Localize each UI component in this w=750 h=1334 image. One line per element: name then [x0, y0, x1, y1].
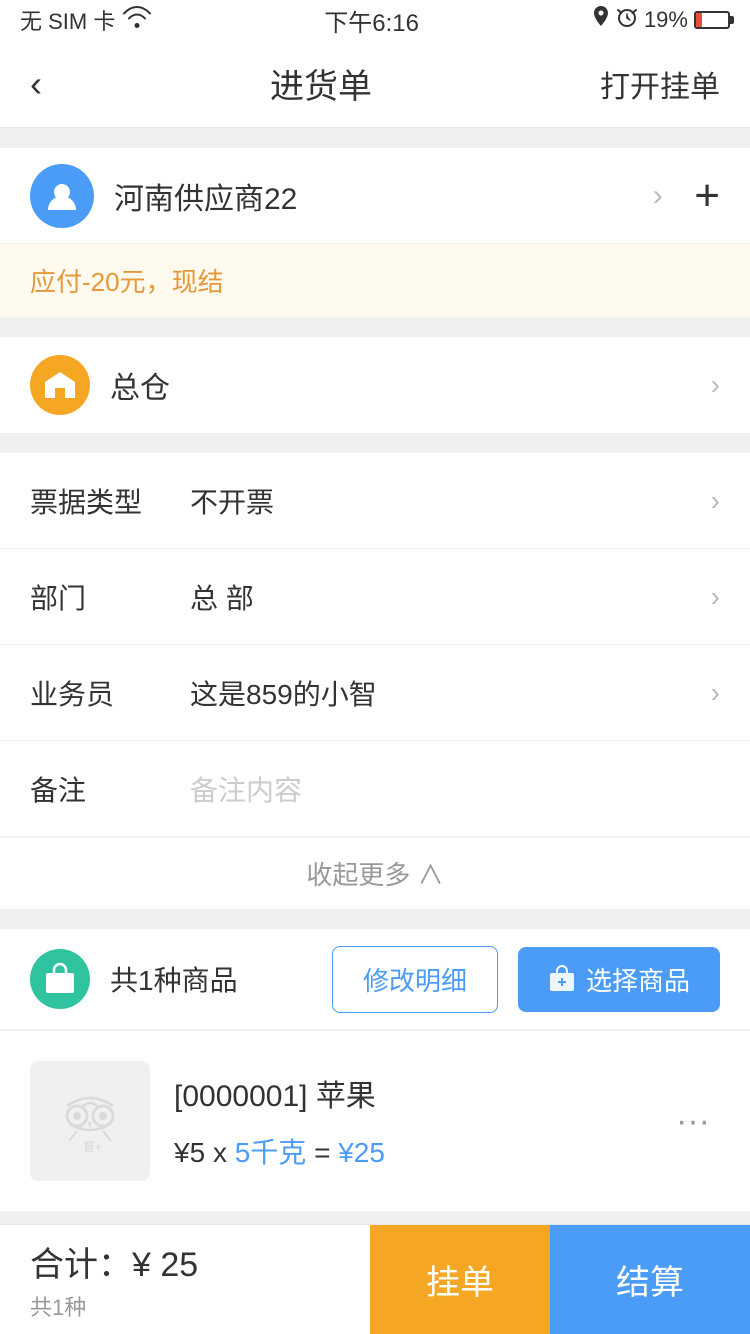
product-name: [0000001] 苹果: [174, 1071, 666, 1115]
salesperson-row[interactable]: 业务员 这是859的小智 ›: [0, 645, 750, 741]
product-item: 督+ [0000001] 苹果 ¥5 x 5千克 = ¥25 ···: [0, 1031, 750, 1211]
product-header: 共1种商品 修改明细 选择商品: [0, 929, 750, 1029]
status-right: 19%: [592, 6, 730, 34]
invoice-type-label: 票据类型: [30, 481, 170, 521]
supplier-name: 河南供应商22: [114, 174, 653, 218]
total-count: 共1种: [30, 1290, 340, 1322]
select-product-button[interactable]: 选择商品: [518, 947, 720, 1012]
warehouse-arrow-icon: ›: [711, 369, 720, 401]
invoice-type-value: 不开票: [170, 481, 711, 521]
battery-icon: [694, 11, 730, 29]
department-row[interactable]: 部门 总 部 ›: [0, 549, 750, 645]
owl-logo: 督+: [50, 1081, 130, 1161]
open-hang-button[interactable]: 打开挂单: [600, 62, 720, 106]
product-title: 苹果: [316, 1080, 376, 1113]
product-thumbnail: 督+: [30, 1061, 150, 1181]
invoice-type-row[interactable]: 票据类型 不开票 ›: [0, 453, 750, 549]
gap1: [0, 128, 750, 148]
product-header-icon: [30, 949, 90, 1009]
collapse-text: 收起更多 ∧: [306, 855, 443, 892]
total-amount: 合计：¥ 25: [30, 1237, 340, 1286]
warehouse-section: 总仓 ›: [0, 337, 750, 433]
salesperson-label: 业务员: [30, 673, 170, 713]
status-left: 无 SIM 卡: [20, 4, 151, 36]
product-code: [0000001]: [174, 1080, 307, 1113]
warehouse-icon: [30, 355, 90, 415]
supplier-section: 河南供应商22 › + 应付-20元，现结: [0, 148, 750, 317]
alarm-icon: [616, 6, 638, 34]
wifi-icon: [123, 6, 151, 34]
hang-button[interactable]: 挂单: [370, 1225, 550, 1334]
page-title: 进货单: [270, 59, 372, 108]
back-button[interactable]: ‹: [30, 63, 42, 105]
salesperson-arrow-icon: ›: [711, 677, 720, 709]
salesperson-value: 这是859的小智: [170, 673, 711, 713]
nav-bar: ‹ 进货单 打开挂单: [0, 40, 750, 128]
product-qty: 5千克: [235, 1137, 307, 1168]
status-time: 下午6:16: [324, 3, 419, 38]
product-total: ¥25: [338, 1137, 385, 1168]
total-label: 合计：: [30, 1246, 132, 1284]
supplier-arrow-icon: ›: [653, 179, 663, 213]
total-section: 合计：¥ 25 共1种: [0, 1225, 370, 1334]
product-count: 共1种商品: [110, 959, 332, 999]
product-equal: =: [314, 1137, 330, 1168]
add-supplier-button[interactable]: +: [694, 174, 720, 218]
product-unit-price: ¥5: [174, 1137, 205, 1168]
location-icon: [592, 6, 610, 34]
supplier-row[interactable]: 河南供应商22 › +: [0, 148, 750, 244]
battery-text: 19%: [644, 7, 688, 33]
warehouse-name: 总仓: [110, 363, 711, 407]
product-multiply: x: [213, 1137, 227, 1168]
department-arrow-icon: ›: [711, 581, 720, 613]
remark-label: 备注: [30, 769, 170, 809]
total-value: ¥ 25: [132, 1246, 198, 1284]
department-label: 部门: [30, 577, 170, 617]
gap2: [0, 317, 750, 337]
gap3: [0, 433, 750, 453]
select-product-label: 选择商品: [586, 961, 690, 998]
supplier-avatar: [30, 164, 94, 228]
product-more-button[interactable]: ···: [666, 1092, 720, 1151]
checkout-button[interactable]: 结算: [550, 1225, 750, 1334]
svg-text:督+: 督+: [83, 1139, 102, 1154]
carrier-text: 无 SIM 卡: [20, 4, 115, 36]
product-info: [0000001] 苹果 ¥5 x 5千克 = ¥25: [174, 1071, 666, 1171]
warehouse-row[interactable]: 总仓 ›: [0, 337, 750, 433]
modify-detail-button[interactable]: 修改明细: [332, 946, 498, 1013]
collapse-bar[interactable]: 收起更多 ∧: [0, 837, 750, 909]
remark-row[interactable]: 备注 备注内容: [0, 741, 750, 837]
product-price-row: ¥5 x 5千克 = ¥25: [174, 1131, 666, 1171]
remark-input[interactable]: 备注内容: [170, 769, 720, 809]
bottom-bar: 合计：¥ 25 共1种 挂单 结算: [0, 1224, 750, 1334]
form-section: 票据类型 不开票 › 部门 总 部 › 业务员 这是859的小智 › 备注 备注…: [0, 453, 750, 909]
payment-info: 应付-20元，现结: [0, 244, 750, 317]
status-bar: 无 SIM 卡 下午6:16 19%: [0, 0, 750, 40]
invoice-type-arrow-icon: ›: [711, 485, 720, 517]
department-value: 总 部: [170, 577, 711, 617]
